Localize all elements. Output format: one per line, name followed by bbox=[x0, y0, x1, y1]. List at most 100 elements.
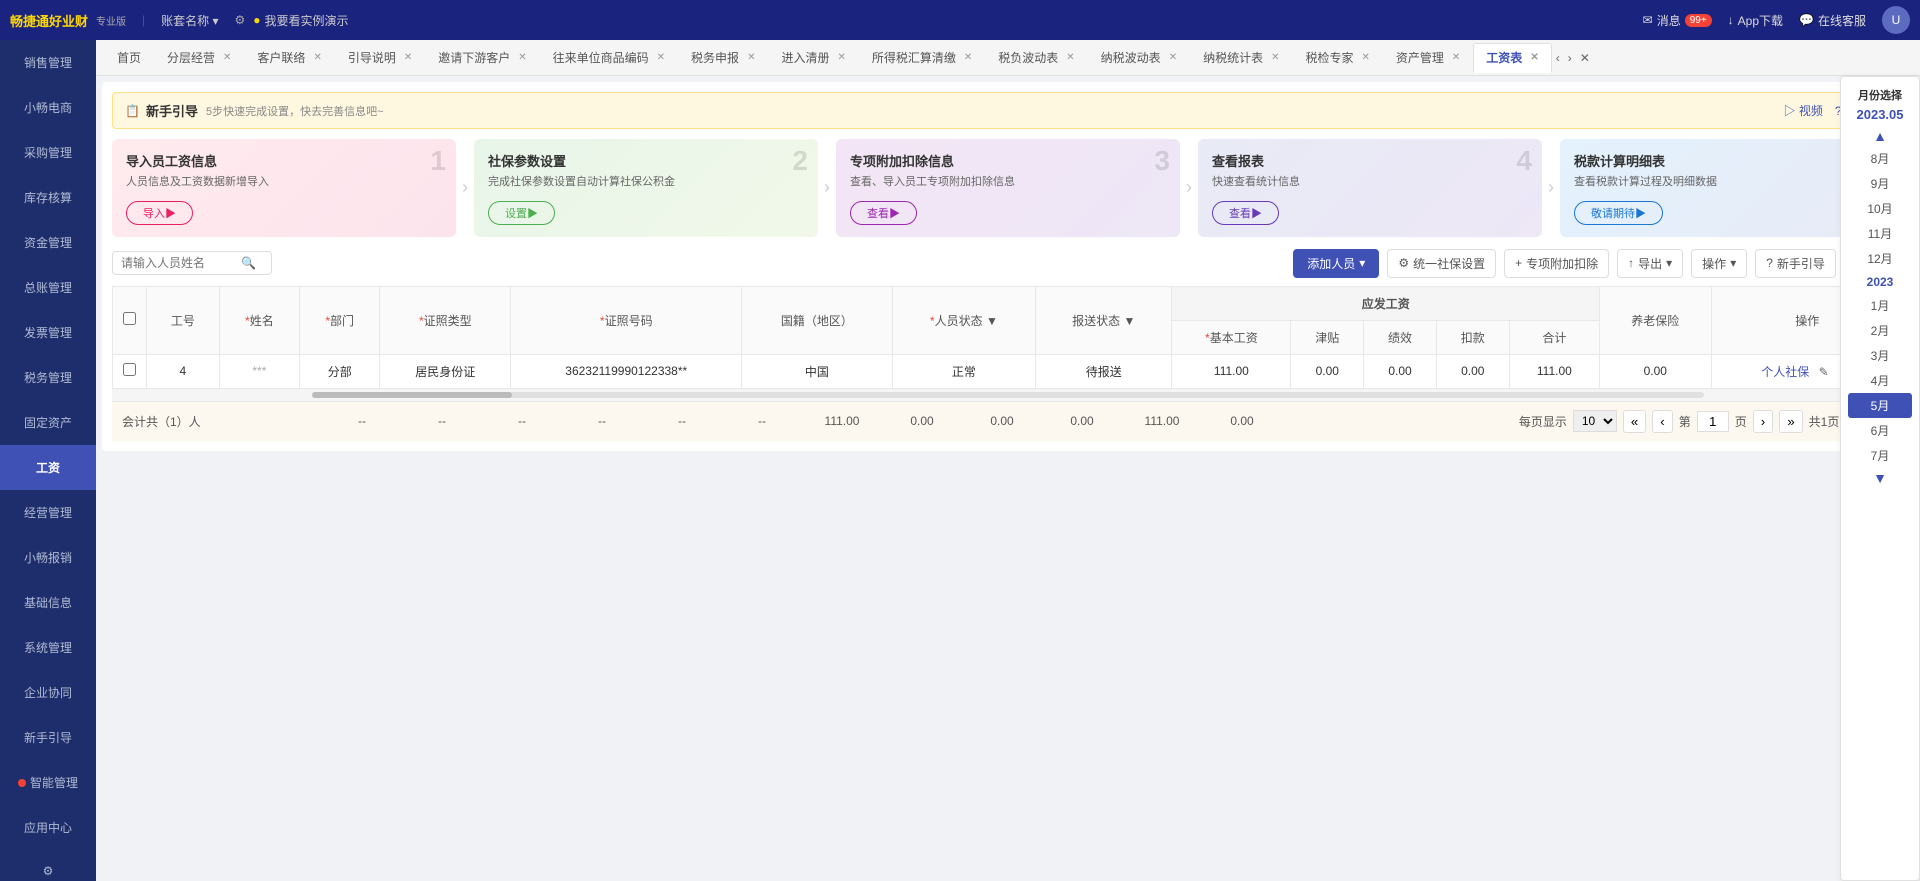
sidebar-item-report[interactable]: 小畅报销 bbox=[0, 535, 96, 580]
row-checkbox-cell[interactable] bbox=[113, 354, 147, 388]
month-11[interactable]: 11月 bbox=[1848, 221, 1912, 246]
sidebar-item-ops[interactable]: 经营管理 bbox=[0, 490, 96, 535]
tab-home[interactable]: 首页 bbox=[104, 43, 154, 73]
close-icon[interactable]: ✕ bbox=[747, 52, 755, 63]
close-icon[interactable]: ✕ bbox=[223, 52, 231, 63]
tab-tax-expert[interactable]: 税检专家✕ bbox=[1292, 43, 1382, 73]
settings-icon[interactable]: ⚙ bbox=[235, 13, 246, 27]
sidebar-item-invoice[interactable]: 发票管理 bbox=[0, 310, 96, 355]
month-12[interactable]: 12月 bbox=[1848, 246, 1912, 271]
year-2023[interactable]: 2023 bbox=[1848, 271, 1912, 293]
month-6[interactable]: 6月 bbox=[1848, 418, 1912, 443]
demo-link[interactable]: ● 我要看实例演示 bbox=[253, 12, 348, 29]
page-input[interactable] bbox=[1697, 411, 1729, 432]
tab-tax-wave[interactable]: 纳税波动表✕ bbox=[1088, 43, 1190, 73]
user-account[interactable]: 账套名称 ▾ bbox=[161, 12, 218, 29]
sidebar-item-ledger[interactable]: 总账管理 bbox=[0, 265, 96, 310]
close-icon[interactable]: ✕ bbox=[657, 52, 665, 63]
select-all-checkbox[interactable] bbox=[123, 312, 136, 325]
sidebar-item-payroll[interactable]: 工资 bbox=[0, 445, 96, 490]
month-3[interactable]: 3月 bbox=[1848, 343, 1912, 368]
app-download-btn[interactable]: ↓ App下载 bbox=[1728, 12, 1783, 29]
row-checkbox[interactable] bbox=[123, 363, 136, 376]
close-icon[interactable]: ✕ bbox=[964, 52, 972, 63]
tab-clearance[interactable]: 进入清册✕ bbox=[768, 43, 858, 73]
sidebar-item-system[interactable]: 系统管理 bbox=[0, 625, 96, 670]
step-5-btn[interactable]: 敬请期待▶ bbox=[1574, 201, 1663, 225]
online-service-btn[interactable]: 💬 在线客服 bbox=[1799, 12, 1866, 29]
close-icon[interactable]: ✕ bbox=[1362, 52, 1370, 63]
month-down-btn[interactable]: ▼ bbox=[1871, 468, 1889, 488]
sidebar-item-collab[interactable]: 企业协同 bbox=[0, 670, 96, 715]
close-icon[interactable]: ✕ bbox=[1066, 52, 1074, 63]
export-btn[interactable]: ↑ 导出 ▾ bbox=[1617, 249, 1683, 278]
sidebar-item-inventory[interactable]: 库存核算 bbox=[0, 175, 96, 220]
sidebar-item-asset[interactable]: 固定资产 bbox=[0, 400, 96, 445]
step-1-btn[interactable]: 导入▶ bbox=[126, 201, 193, 225]
sidebar-item-guide[interactable]: 新手引导 bbox=[0, 715, 96, 760]
month-5[interactable]: 5月 bbox=[1848, 393, 1912, 418]
prev-page-btn[interactable]: ‹ bbox=[1652, 410, 1672, 433]
special-deduction-btn[interactable]: + 专项附加扣除 bbox=[1504, 249, 1609, 278]
month-2[interactable]: 2月 bbox=[1848, 318, 1912, 343]
month-10[interactable]: 10月 bbox=[1848, 196, 1912, 221]
action-social-link[interactable]: 个人社保 bbox=[1761, 365, 1809, 379]
action-btn[interactable]: 操作 ▾ bbox=[1691, 249, 1747, 278]
tab-close-all-btn[interactable]: ✕ bbox=[1576, 47, 1594, 69]
filter-icon-submit[interactable]: ▼ bbox=[1124, 314, 1136, 328]
month-4[interactable]: 4月 bbox=[1848, 368, 1912, 393]
sidebar-settings-btn[interactable]: ⚙ bbox=[0, 850, 96, 881]
first-page-btn[interactable]: « bbox=[1623, 410, 1646, 433]
user-avatar[interactable]: U bbox=[1882, 6, 1910, 34]
sidebar-item-finance[interactable]: 资金管理 bbox=[0, 220, 96, 265]
step-3-btn[interactable]: 查看▶ bbox=[850, 201, 917, 225]
add-person-btn[interactable]: 添加人员 ▾ bbox=[1293, 249, 1379, 278]
close-icon[interactable]: ✕ bbox=[404, 52, 412, 63]
scrollbar[interactable] bbox=[112, 389, 1904, 401]
tab-product-code[interactable]: 往来单位商品编码✕ bbox=[540, 43, 678, 73]
sidebar-item-app[interactable]: 应用中心 bbox=[0, 805, 96, 850]
step-4-btn[interactable]: 查看▶ bbox=[1212, 201, 1279, 225]
next-page-btn[interactable]: › bbox=[1753, 410, 1773, 433]
search-icon[interactable]: 🔍 bbox=[241, 256, 256, 270]
tab-income-tax[interactable]: 所得税汇算清缴✕ bbox=[859, 43, 985, 73]
sidebar-item-basic[interactable]: 基础信息 bbox=[0, 580, 96, 625]
per-page-select[interactable]: 10 20 50 bbox=[1573, 410, 1617, 432]
close-icon[interactable]: ✕ bbox=[1271, 52, 1279, 63]
sidebar-item-ecommerce[interactable]: 小畅电商 bbox=[0, 85, 96, 130]
close-icon[interactable]: ✕ bbox=[1169, 52, 1177, 63]
tab-asset[interactable]: 资产管理✕ bbox=[1383, 43, 1473, 73]
tab-tax-burden[interactable]: 税负波动表✕ bbox=[985, 43, 1087, 73]
filter-icon-status[interactable]: ▼ bbox=[986, 314, 998, 328]
search-input[interactable] bbox=[121, 256, 241, 270]
sidebar-item-tax[interactable]: 税务管理 bbox=[0, 355, 96, 400]
tab-guide[interactable]: 引导说明✕ bbox=[335, 43, 425, 73]
tab-client[interactable]: 客户联络✕ bbox=[244, 43, 334, 73]
last-page-btn[interactable]: » bbox=[1779, 410, 1802, 433]
step-2-btn[interactable]: 设置▶ bbox=[488, 201, 555, 225]
month-9[interactable]: 9月 bbox=[1848, 171, 1912, 196]
message-btn[interactable]: ✉ 消息 99+ bbox=[1643, 12, 1712, 29]
th-checkbox[interactable] bbox=[113, 286, 147, 354]
tab-next-btn[interactable]: › bbox=[1564, 47, 1576, 69]
new-guide-btn[interactable]: ? 新手引导 bbox=[1755, 249, 1836, 278]
close-icon[interactable]: ✕ bbox=[313, 52, 321, 63]
tab-layered[interactable]: 分层经营✕ bbox=[154, 43, 244, 73]
tab-tax-stats[interactable]: 纳税统计表✕ bbox=[1190, 43, 1292, 73]
close-icon[interactable]: ✕ bbox=[1530, 52, 1538, 63]
action-edit-icon[interactable]: ✎ bbox=[1819, 365, 1829, 379]
social-security-btn[interactable]: ⚙ 统一社保设置 bbox=[1387, 249, 1496, 278]
month-7[interactable]: 7月 bbox=[1848, 443, 1912, 468]
sidebar-item-sales[interactable]: 销售管理 bbox=[0, 40, 96, 85]
close-icon[interactable]: ✕ bbox=[837, 52, 845, 63]
tab-prev-btn[interactable]: ‹ bbox=[1552, 47, 1564, 69]
tab-invite[interactable]: 邀请下游客户✕ bbox=[425, 43, 539, 73]
close-icon[interactable]: ✕ bbox=[518, 52, 526, 63]
sidebar-item-purchase[interactable]: 采购管理 bbox=[0, 130, 96, 175]
month-up-btn[interactable]: ▲ bbox=[1871, 126, 1889, 146]
month-8[interactable]: 8月 bbox=[1848, 146, 1912, 171]
month-1[interactable]: 1月 bbox=[1848, 293, 1912, 318]
guide-video-link[interactable]: ▷ 视频 bbox=[1784, 102, 1823, 119]
tab-payroll[interactable]: 工资表✕ bbox=[1473, 43, 1551, 73]
close-icon[interactable]: ✕ bbox=[1452, 52, 1460, 63]
